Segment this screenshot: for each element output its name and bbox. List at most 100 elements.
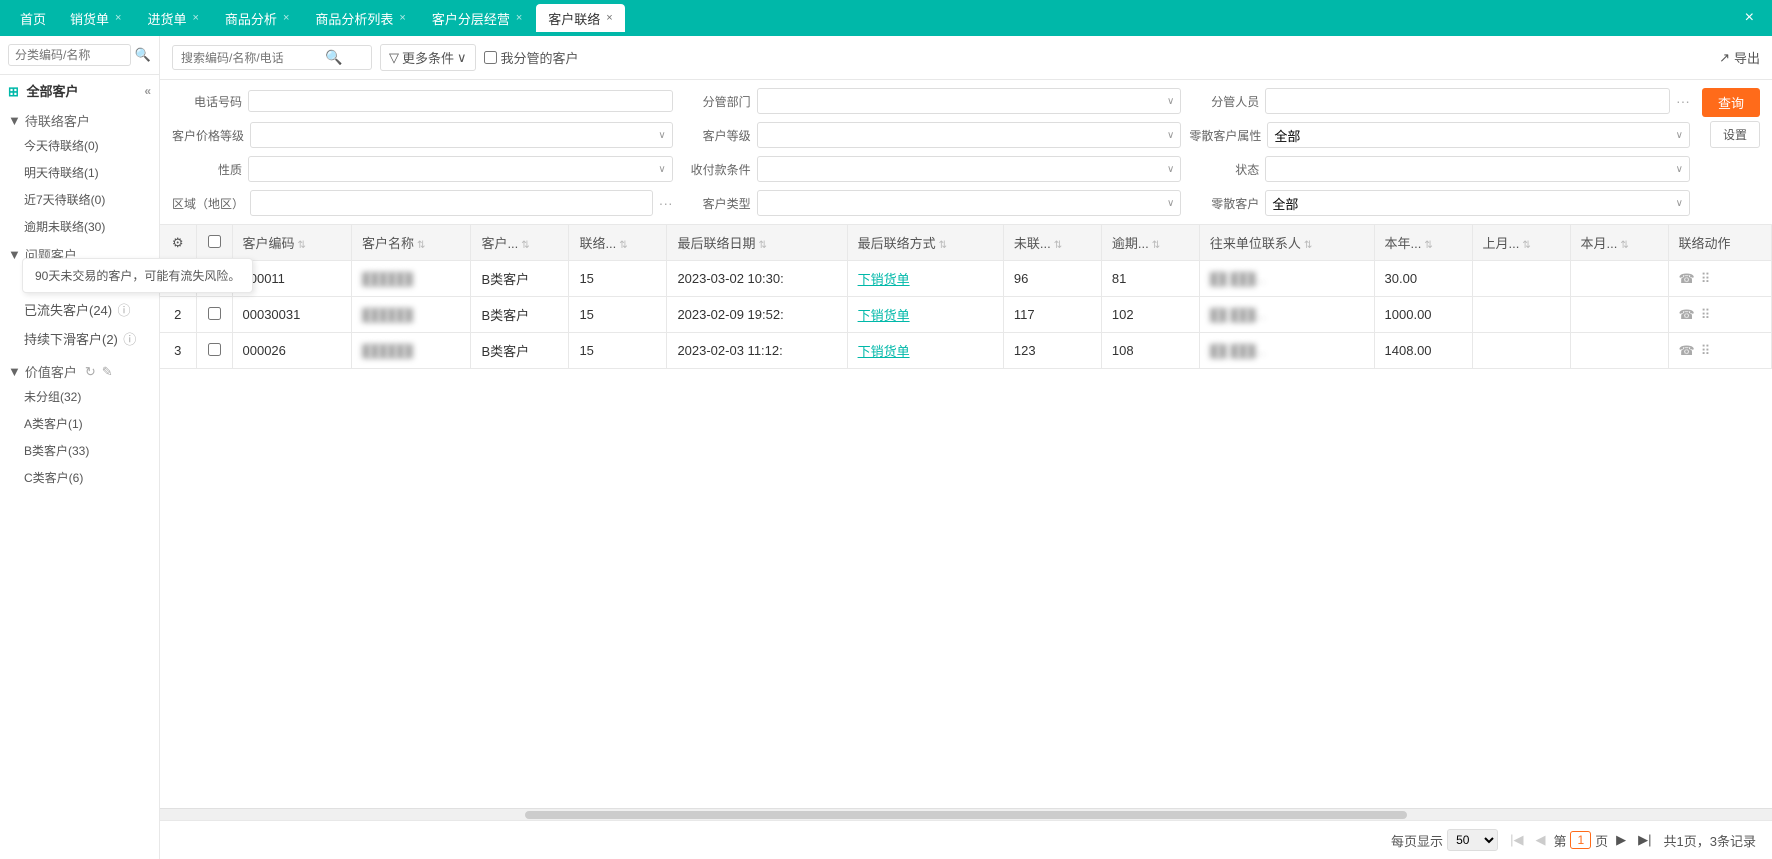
filter-icon: ▽ xyxy=(389,50,399,66)
col-code[interactable]: 客户编码⇅ xyxy=(232,225,351,261)
col-overdue[interactable]: 逾期...⇅ xyxy=(1101,225,1199,261)
customer-level-select[interactable]: ∨ xyxy=(757,122,1182,148)
sidebar-group-pending[interactable]: ▼ 待联络客户 xyxy=(0,106,159,132)
manager-dots[interactable]: ··· xyxy=(1676,93,1690,109)
sidebar-all-customers[interactable]: ⊞ 全部客户 « xyxy=(0,75,159,106)
sidebar-item-today[interactable]: 今天待联络(0) xyxy=(4,133,155,158)
status-select[interactable]: ∨ xyxy=(1265,156,1690,182)
sidebar-group-value[interactable]: ▼ 价值客户 ↻ ✎ xyxy=(0,357,159,383)
row-type: B类客户 xyxy=(471,297,569,333)
setting-button[interactable]: 设置 xyxy=(1710,121,1760,148)
payment-select[interactable]: ∨ xyxy=(757,156,1182,182)
close-tab-purchase[interactable]: × xyxy=(192,12,198,24)
close-tab-sales[interactable]: × xyxy=(115,12,121,24)
row-last-way[interactable]: 下销货单 xyxy=(847,333,1003,369)
edit-icon[interactable]: ✎ xyxy=(102,364,113,380)
action-contact-icon[interactable]: ☎ xyxy=(1679,343,1695,359)
col-last-way[interactable]: 最后联络方式⇅ xyxy=(847,225,1003,261)
row-type: B类客户 xyxy=(471,261,569,297)
action-contact-icon[interactable]: ☎ xyxy=(1679,307,1695,323)
nav-tab-customer-contact[interactable]: 客户联络 × xyxy=(536,4,624,32)
sidebar-item-tomorrow[interactable]: 明天待联络(1) xyxy=(4,160,155,185)
customer-type-select[interactable]: ∨ xyxy=(757,190,1182,216)
col-name[interactable]: 客户名称⇅ xyxy=(351,225,470,261)
col-cur-month[interactable]: 本月...⇅ xyxy=(1570,225,1668,261)
search-icon[interactable]: 🔍 xyxy=(325,49,342,66)
nav-tab-customer-tier[interactable]: 客户分层经营 × xyxy=(420,4,534,32)
export-button[interactable]: ↗ 导出 xyxy=(1719,48,1760,67)
nav-tab-analysis-list[interactable]: 商品分析列表 × xyxy=(303,4,417,32)
sidebar-search-input[interactable] xyxy=(8,44,131,66)
search-input[interactable] xyxy=(181,51,321,65)
content-area: 🔍 ▽ 更多条件 ∨ 我分管的客户 ↗ 导出 xyxy=(160,36,1772,859)
nav-home[interactable]: 首页 xyxy=(10,9,56,28)
sort-icon-date: ⇅ xyxy=(758,240,766,251)
mine-checkbox[interactable] xyxy=(484,51,497,64)
horizontal-scrollbar[interactable] xyxy=(160,808,1772,820)
action-contact-icon[interactable]: ☎ xyxy=(1679,271,1695,287)
col-liaison[interactable]: 往来单位联系人⇅ xyxy=(1199,225,1374,261)
col-contact-cnt[interactable]: 联络...⇅ xyxy=(569,225,667,261)
dept-select[interactable]: ∨ xyxy=(757,88,1182,114)
row-last-way[interactable]: 下销货单 xyxy=(847,297,1003,333)
region-dots[interactable]: ··· xyxy=(659,195,673,211)
row-checkbox[interactable] xyxy=(196,297,232,333)
sidebar-collapse-icon[interactable]: « xyxy=(144,84,151,98)
filter-zero-attr: 零散客户属性 全部 ∨ xyxy=(1189,122,1690,148)
nav-tab-purchase[interactable]: 进货单 × xyxy=(135,4,210,32)
sort-icon-name: ⇅ xyxy=(417,240,425,251)
prev-page-button[interactable]: ◀ xyxy=(1531,830,1549,850)
table-footer: 每页显示 50 100 200 |◀ ◀ 第 1 页 ▶ ▶| 共1页，3条记录 xyxy=(160,820,1772,859)
filter-dept: 分管部门 ∨ xyxy=(681,88,1182,114)
row-uncontacted: 123 xyxy=(1003,333,1101,369)
sidebar-item-overdue[interactable]: 逾期未联络(30) xyxy=(4,214,155,239)
first-page-button[interactable]: |◀ xyxy=(1506,830,1527,850)
window-close-icon[interactable]: × xyxy=(1737,9,1762,27)
action-more-icon[interactable]: ⠿ xyxy=(1701,307,1711,323)
refresh-icon[interactable]: ↻ xyxy=(85,364,96,380)
sidebar-item-ungrouped[interactable]: 未分组(32) xyxy=(4,384,155,409)
sidebar-item-declining[interactable]: 持续下滑客户(2) ⓘ xyxy=(4,325,155,352)
sidebar-item-class-a[interactable]: A类客户(1) xyxy=(4,411,155,436)
close-tab-analysis[interactable]: × xyxy=(283,12,289,24)
page-size-select[interactable]: 50 100 200 xyxy=(1447,829,1498,851)
col-last-month[interactable]: 上月...⇅ xyxy=(1472,225,1570,261)
select-all-checkbox[interactable] xyxy=(208,235,221,248)
col-checkbox[interactable] xyxy=(196,225,232,261)
price-level-select[interactable]: ∨ xyxy=(250,122,673,148)
row-last-way[interactable]: 下销货单 xyxy=(847,261,1003,297)
col-last-date[interactable]: 最后联络日期⇅ xyxy=(667,225,847,261)
nav-tab-sales[interactable]: 销货单 × xyxy=(58,4,133,32)
last-page-button[interactable]: ▶| xyxy=(1634,830,1655,850)
close-tab-customer-contact[interactable]: × xyxy=(606,12,612,24)
h-scroll-thumb[interactable] xyxy=(525,811,1407,819)
row-checkbox[interactable] xyxy=(196,333,232,369)
sidebar-search-icon[interactable]: 🔍 xyxy=(135,47,151,63)
col-uncontacted[interactable]: 未联...⇅ xyxy=(1003,225,1101,261)
zero-customer-select[interactable]: 全部 ∨ xyxy=(1265,190,1690,216)
col-type[interactable]: 客户...⇅ xyxy=(471,225,569,261)
phone-input[interactable] xyxy=(248,90,673,112)
more-conditions-button[interactable]: ▽ 更多条件 ∨ xyxy=(380,44,476,71)
sidebar-item-7days[interactable]: 近7天待联络(0) xyxy=(4,187,155,212)
sort-icon-uncontacted: ⇅ xyxy=(1054,240,1062,251)
query-button[interactable]: 查询 xyxy=(1702,88,1760,117)
filter-zero-customer: 零散客户 全部 ∨ xyxy=(1189,190,1690,216)
action-more-icon[interactable]: ⠿ xyxy=(1701,343,1711,359)
region-select[interactable] xyxy=(250,190,653,216)
row-actions: ☎ ⠿ xyxy=(1668,333,1771,369)
action-more-icon[interactable]: ⠿ xyxy=(1701,271,1711,287)
col-year[interactable]: 本年...⇅ xyxy=(1374,225,1472,261)
close-tab-customer-tier[interactable]: × xyxy=(516,12,522,24)
sidebar-item-class-c[interactable]: C类客户(6) xyxy=(4,465,155,490)
manager-select[interactable] xyxy=(1265,88,1670,114)
nature-select[interactable]: ∨ xyxy=(248,156,673,182)
close-tab-analysis-list[interactable]: × xyxy=(399,12,405,24)
next-page-button[interactable]: ▶ xyxy=(1612,830,1630,850)
col-settings[interactable]: ⚙ xyxy=(160,225,196,261)
sidebar-item-churned[interactable]: 已流失客户(24) ⓘ xyxy=(4,296,155,323)
zero-attr-select[interactable]: 全部 ∨ xyxy=(1267,122,1690,148)
nav-tab-analysis[interactable]: 商品分析 × xyxy=(213,4,301,32)
sidebar-item-class-b[interactable]: B类客户(33) xyxy=(4,438,155,463)
row-code: 000026 xyxy=(232,333,351,369)
